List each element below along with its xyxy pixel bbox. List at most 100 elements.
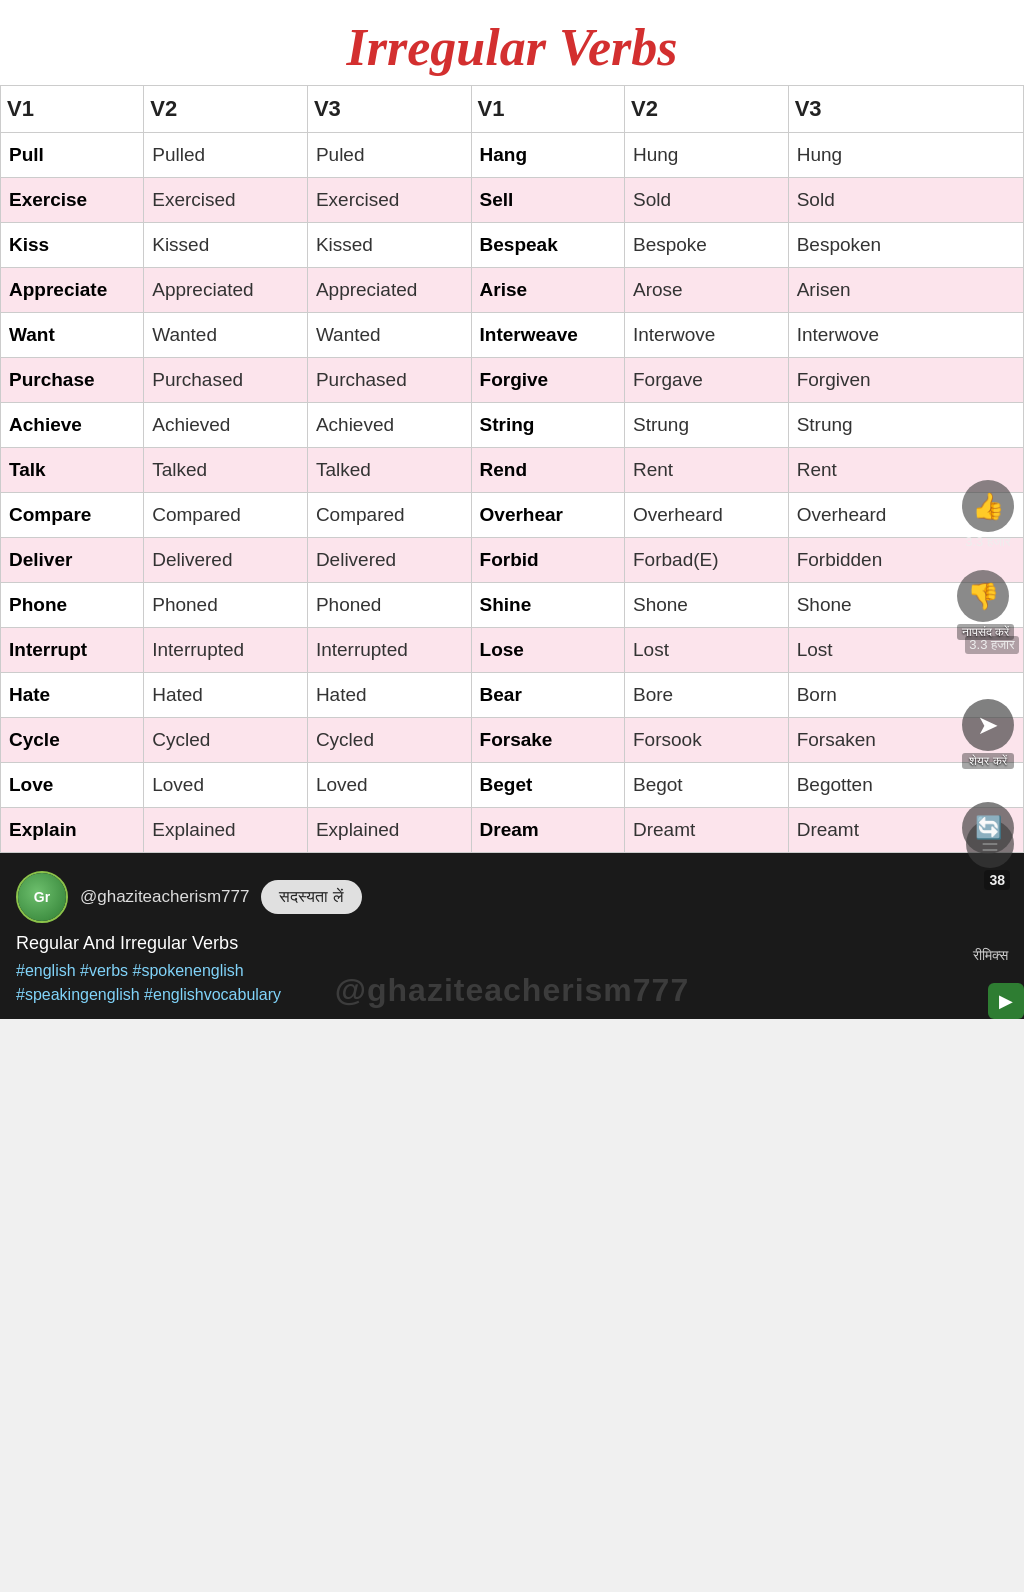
table-cell: Hung [788,133,1023,178]
table-cell: Interrupt [1,628,144,673]
table-cell: Interrupted [144,628,308,673]
remix-icon: 🔄 [975,815,1002,841]
table-row: KissKissedKissedBespeakBespokeBespoken [1,223,1024,268]
bottom-bar: Gr @ghaziteacherism777 सदस्यता लें Regul… [0,853,1024,1019]
like-circle[interactable]: 👍 [962,480,1014,532]
remix-button-overlay[interactable]: 🔄 [962,802,1014,854]
table-cell: Puled [307,133,471,178]
share-arrow-icon: ➤ [977,710,999,741]
table-row: WantWantedWantedInterweaveInterwoveInter… [1,313,1024,358]
table-wrapper: V1 V2 V3 V1 V2 V3 PullPulledPuledHangHun… [0,85,1024,853]
table-cell: Cycled [144,718,308,763]
table-cell: Bespoke [625,223,789,268]
dislike-circle[interactable]: 👎 [957,570,1009,622]
table-row: PurchasePurchasedPurchasedForgiveForgave… [1,358,1024,403]
table-row: LoveLovedLovedBegetBegotBegotten [1,763,1024,808]
header-v1-left: V1 [1,86,144,133]
channel-row: Gr @ghaziteacherism777 सदस्यता लें [16,871,1008,923]
table-cell: Achieved [144,403,308,448]
table-row: AchieveAchievedAchievedStringStrungStrun… [1,403,1024,448]
table-cell: Sold [625,178,789,223]
table-row: PullPulledPuledHangHungHung [1,133,1024,178]
table-cell: Compare [1,493,144,538]
table-cell: Delivered [307,538,471,583]
table-cell: String [471,403,624,448]
main-container: Irregular Verbs V1 V2 V3 V1 V2 V3 PullPu… [0,0,1024,1019]
table-cell: Dreamt [625,808,789,853]
badge-icon: ▶ [999,990,1013,1012]
table-cell: Arise [471,268,624,313]
table-cell: Forgiven [788,358,1023,403]
table-row: HateHatedHatedBearBoreBorn [1,673,1024,718]
table-cell: Rend [471,448,624,493]
table-cell: Hated [144,673,308,718]
table-cell: Forsook [625,718,789,763]
table-cell: Beget [471,763,624,808]
table-cell: Strung [625,403,789,448]
table-row: TalkTalkedTalkedRendRentRent [1,448,1024,493]
table-cell: Loved [307,763,471,808]
table-cell: Forsake [471,718,624,763]
table-cell: Kissed [307,223,471,268]
table-cell: Achieve [1,403,144,448]
thumb-up-icon: 👍 [972,491,1004,522]
table-cell: Exercised [144,178,308,223]
table-cell: Arisen [788,268,1023,313]
table-cell: Want [1,313,144,358]
table-cell: Shine [471,583,624,628]
table-cell: Overheard [625,493,789,538]
table-cell: Hung [625,133,789,178]
avatar: Gr [16,871,68,923]
header-v2-right: V2 [625,86,789,133]
table-cell: Pull [1,133,144,178]
video-title: Regular And Irregular Verbs [16,933,1008,954]
share-arrow[interactable]: ➤ शेयर करें [962,699,1014,769]
table-header-row: V1 V2 V3 V1 V2 V3 [1,86,1024,133]
table-cell: Interwove [788,313,1023,358]
like-overlay[interactable]: 👍 3.3 हजार [962,480,1014,550]
table-cell: Purchased [307,358,471,403]
header-v1-right: V1 [471,86,624,133]
hashtags: #english #verbs #spokenenglish #speaking… [16,959,1008,1007]
table-cell: Forgive [471,358,624,403]
dislike-overlay[interactable]: 👎 नापसंद करें [957,570,1014,640]
table-cell: Bespeak [471,223,624,268]
thumb-down-icon: 👎 [967,581,999,612]
table-cell: Explained [144,808,308,853]
table-cell: Cycle [1,718,144,763]
table-row: InterruptInterruptedInterruptedLoseLostL… [1,628,1024,673]
table-cell: Forgave [625,358,789,403]
table-cell: Sold [788,178,1023,223]
table-cell: Love [1,763,144,808]
share-arrow-circle[interactable]: ➤ [962,699,1014,751]
share-hindi-label: शेयर करें [962,753,1014,769]
table-row: ExplainExplainedExplainedDreamDreamtDrea… [1,808,1024,853]
table-row: PhonePhonedPhonedShineShoneShone [1,583,1024,628]
table-cell: Lose [471,628,624,673]
remix-circle[interactable]: 🔄 [962,802,1014,854]
table-cell: Sell [471,178,624,223]
table-cell: Achieved [307,403,471,448]
table-cell: Forbid [471,538,624,583]
count-38: 38 [984,870,1010,890]
table-cell: Bore [625,673,789,718]
table-cell: Overhear [471,493,624,538]
table-cell: Phoned [307,583,471,628]
table-row: AppreciateAppreciatedAppreciatedAriseAro… [1,268,1024,313]
table-cell: Bear [471,673,624,718]
remix-label: रीमिक्स [973,947,1008,964]
table-cell: Wanted [307,313,471,358]
table-cell: Talk [1,448,144,493]
table-cell: Forbad(E) [625,538,789,583]
table-cell: Cycled [307,718,471,763]
title-area: Irregular Verbs [0,0,1024,85]
table-cell: Compared [144,493,308,538]
table-cell: Kissed [144,223,308,268]
table-cell: Exercise [1,178,144,223]
table-row: CompareComparedComparedOverhearOverheard… [1,493,1024,538]
table-cell: Delivered [144,538,308,583]
table-cell: Rent [625,448,789,493]
green-badge: ▶ [988,983,1024,1019]
subscribe-button[interactable]: सदस्यता लें [261,880,361,914]
table-cell: Dream [471,808,624,853]
